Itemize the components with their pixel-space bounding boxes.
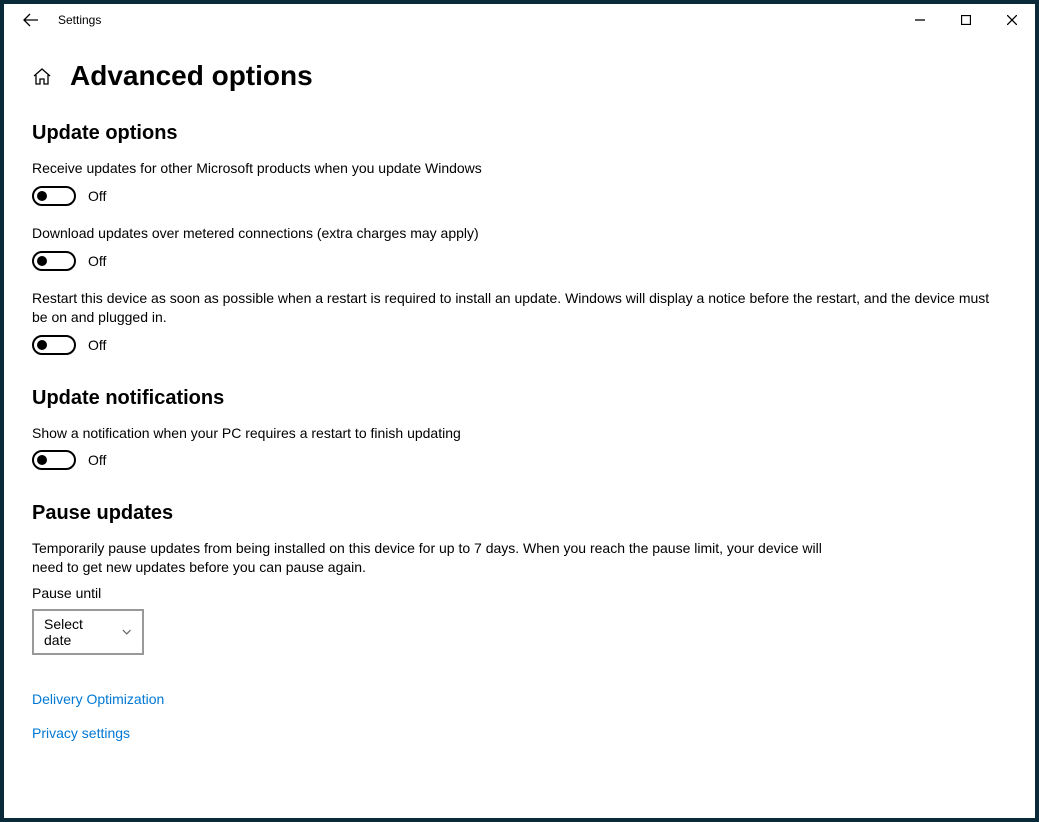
window-controls [897, 4, 1035, 36]
content-area: Advanced options Update options Receive … [4, 36, 1035, 818]
titlebar: Settings [4, 4, 1035, 36]
chevron-down-icon [121, 626, 132, 638]
setting-receive-updates-desc: Receive updates for other Microsoft prod… [32, 159, 1007, 178]
toggle-row-restart: Off [32, 335, 1007, 355]
toggle-metered-state: Off [88, 253, 106, 269]
toggle-receive-updates-state: Off [88, 188, 106, 204]
toggle-restart-state: Off [88, 337, 106, 353]
close-icon [1007, 15, 1017, 25]
maximize-button[interactable] [943, 4, 989, 36]
pause-until-select[interactable]: Select date [32, 609, 144, 655]
toggle-receive-updates[interactable] [32, 186, 76, 206]
home-icon [32, 66, 52, 86]
toggle-notify[interactable] [32, 450, 76, 470]
settings-window: Settings [0, 0, 1039, 822]
toggle-row-receive-updates: Off [32, 186, 1007, 206]
section-update-options-title: Update options [32, 122, 1007, 145]
link-privacy-settings[interactable]: Privacy settings [32, 725, 1007, 741]
arrow-left-icon [23, 12, 39, 28]
toggle-row-notify: Off [32, 450, 1007, 470]
maximize-icon [961, 15, 971, 25]
toggle-restart[interactable] [32, 335, 76, 355]
app-title: Settings [58, 13, 101, 27]
section-update-notifications-title: Update notifications [32, 387, 1007, 410]
page-title: Advanced options [70, 60, 313, 92]
minimize-button[interactable] [897, 4, 943, 36]
minimize-icon [915, 15, 925, 25]
pause-until-value: Select date [44, 616, 111, 648]
toggle-row-metered: Off [32, 251, 1007, 271]
setting-restart-desc: Restart this device as soon as possible … [32, 289, 1007, 327]
close-button[interactable] [989, 4, 1035, 36]
back-button[interactable] [22, 11, 40, 29]
toggle-metered[interactable] [32, 251, 76, 271]
section-pause-updates-title: Pause updates [32, 502, 1007, 525]
toggle-notify-state: Off [88, 452, 106, 468]
pause-updates-desc: Temporarily pause updates from being ins… [32, 539, 822, 577]
titlebar-left: Settings [4, 11, 101, 29]
pause-until-label: Pause until [32, 585, 1007, 601]
link-delivery-optimization[interactable]: Delivery Optimization [32, 691, 1007, 707]
setting-notify-desc: Show a notification when your PC require… [32, 424, 1007, 443]
home-button[interactable] [32, 66, 52, 86]
setting-metered-desc: Download updates over metered connection… [32, 224, 1007, 243]
page-header: Advanced options [32, 60, 1007, 92]
